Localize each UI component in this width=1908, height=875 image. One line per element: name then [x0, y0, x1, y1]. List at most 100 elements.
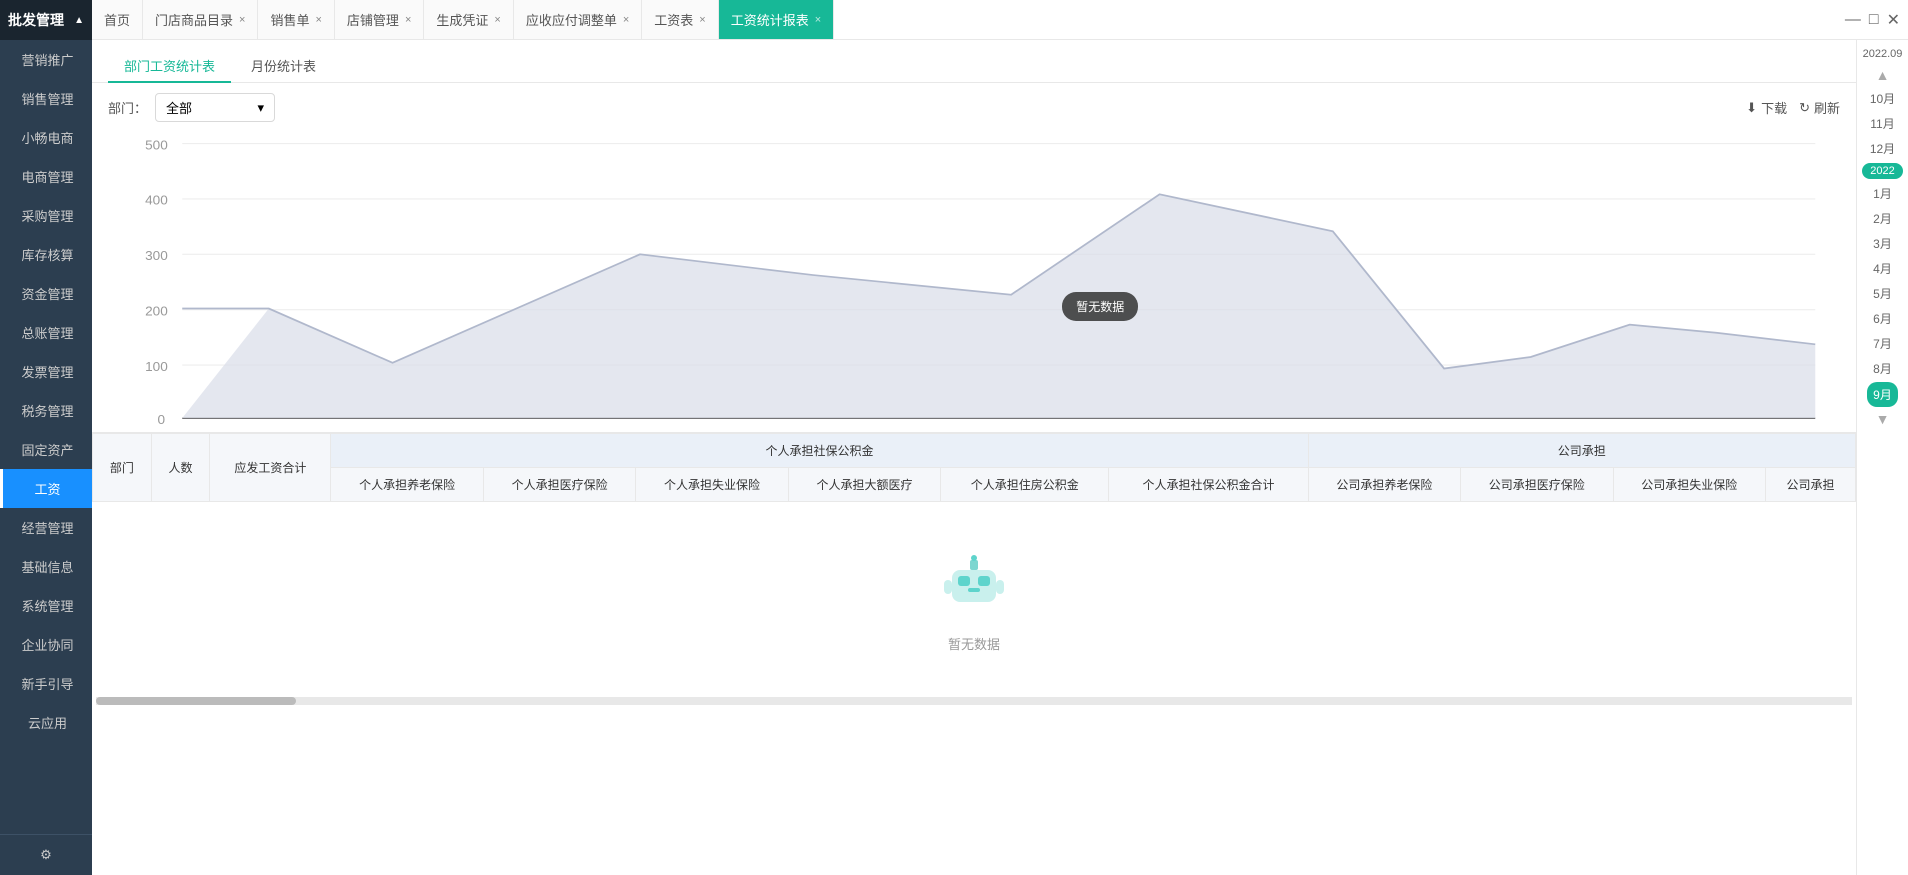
tab-close-icon[interactable]: ×	[815, 14, 821, 26]
sidebar-item-固定资产[interactable]: 固定资产	[0, 430, 92, 469]
table-area[interactable]: 部门 人数 应发工资合计 个人承担社保公积金 公司承担 个人承担养老保险 个人承…	[92, 432, 1856, 875]
timeline-month-3月[interactable]: 3月	[1863, 231, 1902, 256]
tab-门店商品目录[interactable]: 门店商品目录×	[143, 0, 258, 39]
tab-销售单[interactable]: 销售单 ×	[258, 0, 334, 39]
timeline-month-12月[interactable]: 12月	[1864, 136, 1901, 161]
download-icon: ⬇	[1746, 100, 1757, 116]
col-headcount: 人数	[151, 434, 210, 502]
sidebar-item-企业协同[interactable]: 企业协同	[0, 625, 92, 664]
page-content: 部门工资统计表月份统计表 部门： 全部 ▾ ⬇ 下载 ↻	[92, 40, 1856, 875]
sidebar-item-采购管理[interactable]: 采购管理	[0, 196, 92, 235]
tab-bar: 首页门店商品目录×销售单×店铺管理×生成凭证×应收应付调整单×工资表×工资统计报…	[92, 0, 1908, 40]
col-company-medical: 公司承担医疗保险	[1461, 468, 1613, 502]
dept-label: 部门：	[108, 98, 147, 117]
timeline-month-10月[interactable]: 10月	[1864, 86, 1901, 111]
timeline-month-11月[interactable]: 11月	[1864, 111, 1901, 136]
refresh-button[interactable]: ↻ 刷新	[1799, 98, 1840, 117]
main-area: 首页门店商品目录×销售单×店铺管理×生成凭证×应收应付调整单×工资表×工资统计报…	[92, 0, 1908, 875]
timeline-month-4月[interactable]: 4月	[1863, 256, 1902, 281]
dept-select[interactable]: 全部 ▾	[155, 93, 275, 122]
settings-button[interactable]: ⚙	[0, 835, 92, 875]
timeline-month-6月[interactable]: 6月	[1863, 306, 1902, 331]
sidebar-item-库存核算[interactable]: 库存核算	[0, 235, 92, 274]
timeline-month-7月[interactable]: 7月	[1863, 331, 1902, 356]
window-close-btn[interactable]: ✕	[1887, 10, 1900, 30]
tab-店铺管理[interactable]: 店铺管理 ×	[335, 0, 424, 39]
tab-items: 首页门店商品目录×销售单×店铺管理×生成凭证×应收应付调整单×工资表×工资统计报…	[92, 0, 834, 39]
sidebar-item-系统管理[interactable]: 系统管理	[0, 586, 92, 625]
timeline-month-9月[interactable]: 9月	[1867, 382, 1898, 407]
sidebar-item-新手引导[interactable]: 新手引导	[0, 664, 92, 703]
sub-tabs: 部门工资统计表月份统计表	[92, 40, 1856, 83]
tab-close-icon[interactable]: ×	[315, 14, 321, 26]
tab-工资表[interactable]: 工资表×	[642, 0, 718, 39]
sidebar-item-经营管理[interactable]: 经营管理	[0, 508, 92, 547]
tab-close-icon[interactable]: ×	[405, 14, 411, 26]
tab-生成凭证[interactable]: 生成凭证 ×	[424, 0, 513, 39]
tab-close-icon[interactable]: ×	[623, 14, 629, 26]
download-button[interactable]: ⬇ 下载	[1746, 98, 1787, 117]
tab-label: 生成凭证	[436, 10, 488, 29]
tab-close-icon[interactable]: ×	[699, 14, 705, 26]
window-minimize-btn[interactable]: —	[1845, 11, 1861, 29]
timeline-month-5月[interactable]: 5月	[1863, 281, 1902, 306]
subtab-月份统计表[interactable]: 月份统计表	[235, 50, 332, 83]
tab-close-icon[interactable]: ×	[239, 14, 245, 26]
col-personal-total: 个人承担社保公积金合计	[1109, 468, 1308, 502]
timeline-header: 2022.09	[1861, 44, 1905, 64]
scrollbar-thumb[interactable]	[96, 697, 296, 705]
timeline-prev-months: 10月11月12月	[1864, 86, 1901, 161]
sidebar-header[interactable]: 批发管理 ▲	[0, 0, 92, 40]
col-dept: 部门	[93, 434, 152, 502]
tab-label: 工资统计报表	[731, 10, 809, 29]
sidebar-bottom: ⚙	[0, 834, 92, 875]
svg-text:500: 500	[145, 138, 168, 152]
sidebar-item-工资[interactable]: 工资	[0, 469, 92, 508]
window-maximize-btn[interactable]: □	[1869, 11, 1879, 29]
tab-label: 销售单	[270, 10, 309, 29]
sidebar-item-小畅电商[interactable]: 小畅电商	[0, 118, 92, 157]
dept-value: 全部	[166, 98, 192, 117]
timeline-up-btn[interactable]: ▲	[1873, 64, 1893, 86]
chart-no-data-text: 暂无数据	[1076, 300, 1124, 314]
refresh-label: 刷新	[1814, 98, 1840, 117]
chevron-down-icon: ▾	[257, 100, 264, 116]
empty-text: 暂无数据	[948, 634, 1000, 653]
tab-工资统计报表[interactable]: 工资统计报表 ×	[719, 0, 834, 39]
refresh-icon: ↻	[1799, 100, 1810, 116]
sidebar: 批发管理 ▲ 营销推广销售管理小畅电商电商管理采购管理库存核算资金管理总账管理发…	[0, 0, 92, 875]
svg-text:100: 100	[145, 359, 168, 373]
toolbar: 部门： 全部 ▾ ⬇ 下载 ↻ 刷新	[92, 83, 1856, 132]
tab-应收应付调整单[interactable]: 应收应付调整单 ×	[514, 0, 642, 39]
subtab-部门工资统计表[interactable]: 部门工资统计表	[108, 50, 231, 83]
sidebar-item-税务管理[interactable]: 税务管理	[0, 391, 92, 430]
tab-label: 应收应付调整单	[526, 10, 617, 29]
toolbar-left: 部门： 全部 ▾	[108, 93, 275, 122]
content-area: 部门工资统计表月份统计表 部门： 全部 ▾ ⬇ 下载 ↻	[92, 40, 1908, 875]
sidebar-item-资金管理[interactable]: 资金管理	[0, 274, 92, 313]
timeline-year-badge[interactable]: 2022	[1862, 163, 1902, 179]
timeline-month-8月[interactable]: 8月	[1863, 356, 1902, 381]
sidebar-item-销售管理[interactable]: 销售管理	[0, 79, 92, 118]
timeline-month-1月[interactable]: 1月	[1863, 181, 1902, 206]
tab-close-icon[interactable]: ×	[494, 14, 500, 26]
col-group-company: 公司承担	[1308, 434, 1855, 468]
sidebar-item-基础信息[interactable]: 基础信息	[0, 547, 92, 586]
timeline-down-btn[interactable]: ▼	[1873, 408, 1893, 430]
sidebar-item-发票管理[interactable]: 发票管理	[0, 352, 92, 391]
tab-首页[interactable]: 首页	[92, 0, 143, 39]
svg-text:400: 400	[145, 193, 168, 207]
sidebar-item-总账管理[interactable]: 总账管理	[0, 313, 92, 352]
sidebar-item-电商管理[interactable]: 电商管理	[0, 157, 92, 196]
tab-label: 店铺管理	[347, 10, 399, 29]
col-company-unemployment: 公司承担失业保险	[1613, 468, 1765, 502]
toolbar-right: ⬇ 下载 ↻ 刷新	[1746, 98, 1840, 117]
horizontal-scrollbar[interactable]	[96, 697, 1852, 705]
sidebar-expand-icon[interactable]: ▲	[74, 15, 84, 26]
timeline-month-2月[interactable]: 2月	[1863, 206, 1902, 231]
col-group-personal: 个人承担社保公积金	[331, 434, 1308, 468]
sidebar-item-云应用[interactable]: 云应用	[0, 703, 92, 742]
col-total-salary: 应发工资合计	[210, 434, 331, 502]
timeline-current-months: 1月2月3月4月5月6月7月8月9月	[1863, 181, 1902, 408]
sidebar-item-营销推广[interactable]: 营销推广	[0, 40, 92, 79]
